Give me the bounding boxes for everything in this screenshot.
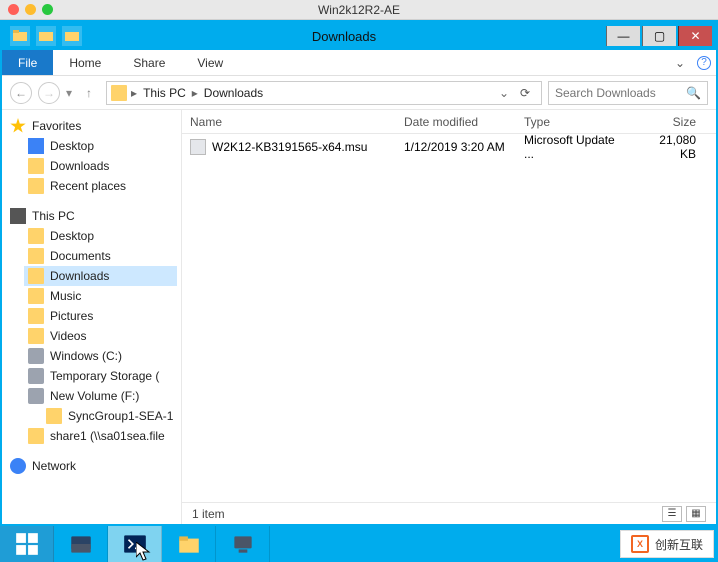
file-list[interactable]: W2K12-KB3191565-x64.msu 1/12/2019 3:20 A… [182, 134, 716, 502]
taskbar-app[interactable] [216, 526, 270, 562]
file-type: Microsoft Update ... [516, 133, 636, 161]
folder-icon [28, 308, 44, 324]
folder-icon [111, 85, 127, 101]
sidebar-item-videos[interactable]: Videos [24, 326, 177, 346]
item-count: 1 item [192, 507, 225, 521]
sidebar-item-downloads[interactable]: Downloads [24, 156, 177, 176]
sidebar-item-drive-f[interactable]: New Volume (F:) [24, 386, 177, 406]
folder-icon [46, 408, 62, 424]
folder-icon[interactable] [10, 26, 30, 46]
forward-button[interactable]: → [38, 82, 60, 104]
taskbar-powershell[interactable] [108, 526, 162, 562]
explorer-window: Downloads — ▢ ✕ File Home Share View ⌄ ?… [0, 20, 718, 526]
folder-icon [28, 228, 44, 244]
breadcrumb-downloads[interactable]: Downloads [202, 86, 265, 100]
taskbar-file-explorer[interactable] [162, 526, 216, 562]
sidebar-favorites[interactable]: Favorites [6, 116, 177, 136]
sidebar-item-drive-c[interactable]: Windows (C:) [24, 346, 177, 366]
help-button[interactable]: ? [692, 50, 716, 75]
window-title: Downloads [82, 29, 606, 44]
sidebar-item-music[interactable]: Music [24, 286, 177, 306]
column-date[interactable]: Date modified [396, 115, 516, 129]
ribbon-tab-view[interactable]: View [181, 50, 239, 75]
folder-icon [28, 328, 44, 344]
sidebar-network[interactable]: Network [6, 456, 177, 476]
details-view-button[interactable]: ☰ [662, 506, 682, 522]
sidebar-item-temp-storage[interactable]: Temporary Storage ( [24, 366, 177, 386]
watermark-logo-icon: X [631, 535, 649, 553]
pc-icon [10, 208, 26, 224]
sidebar-item-syncgroup[interactable]: SyncGroup1-SEA-1 [42, 406, 177, 426]
folder-icon [28, 248, 44, 264]
address-dropdown-icon[interactable]: ⌄ [499, 86, 509, 100]
content-pane: Name Date modified Type Size W2K12-KB319… [182, 110, 716, 524]
address-bar[interactable]: ▸ This PC ▸ Downloads ⌄ ⟳ [106, 81, 542, 105]
recent-locations-button[interactable]: ▾ [66, 86, 72, 100]
up-button[interactable]: ↑ [78, 82, 100, 104]
file-row[interactable]: W2K12-KB3191565-x64.msu 1/12/2019 3:20 A… [182, 134, 716, 160]
star-icon [10, 118, 26, 134]
minimize-button[interactable]: — [606, 26, 640, 46]
watermark-text: 创新互联 [655, 536, 703, 553]
file-date: 1/12/2019 3:20 AM [396, 140, 516, 154]
drive-icon [28, 368, 44, 384]
network-folder-icon [28, 428, 44, 444]
watermark: X 创新互联 [620, 530, 714, 558]
msu-file-icon [190, 139, 206, 155]
recent-icon [28, 178, 44, 194]
sidebar-item-desktop[interactable]: Desktop [24, 136, 177, 156]
sidebar-item-share1[interactable]: share1 (\\sa01sea.file [24, 426, 177, 446]
ribbon: File Home Share View ⌄ ? [2, 50, 716, 76]
search-icon: 🔍 [686, 86, 701, 100]
folder-icon [28, 288, 44, 304]
navigation-pane: Favorites Desktop Downloads Recent place… [2, 110, 182, 524]
search-input[interactable] [555, 86, 701, 100]
search-box[interactable]: 🔍 [548, 81, 708, 105]
icons-view-button[interactable]: ▦ [686, 506, 706, 522]
column-size[interactable]: Size [636, 115, 716, 129]
taskbar: ⚑ ▯ [0, 526, 718, 562]
network-icon [10, 458, 26, 474]
close-button[interactable]: ✕ [678, 26, 712, 46]
drive-icon [28, 348, 44, 364]
maximize-button[interactable]: ▢ [642, 26, 676, 46]
ribbon-expand-icon[interactable]: ⌄ [668, 50, 692, 75]
properties-icon[interactable] [36, 26, 56, 46]
sidebar-item-downloads2[interactable]: Downloads [24, 266, 177, 286]
new-folder-icon[interactable] [62, 26, 82, 46]
sidebar-item-recent[interactable]: Recent places [24, 176, 177, 196]
file-size: 21,080 KB [636, 133, 716, 161]
sidebar-item-pictures[interactable]: Pictures [24, 306, 177, 326]
status-bar: 1 item ☰ ▦ [182, 502, 716, 524]
breadcrumb-this-pc[interactable]: This PC [141, 86, 188, 100]
file-name: W2K12-KB3191565-x64.msu [212, 140, 367, 154]
vm-titlebar: Win2k12R2-AE [0, 0, 718, 20]
sidebar-item-documents[interactable]: Documents [24, 246, 177, 266]
drive-icon [28, 388, 44, 404]
sidebar-this-pc[interactable]: This PC [6, 206, 177, 226]
vm-title: Win2k12R2-AE [0, 3, 718, 17]
folder-icon [28, 158, 44, 174]
column-type[interactable]: Type [516, 115, 636, 129]
refresh-button[interactable]: ⟳ [513, 86, 537, 100]
chevron-right-icon[interactable]: ▸ [192, 86, 198, 100]
back-button[interactable]: ← [10, 82, 32, 104]
navigation-bar: ← → ▾ ↑ ▸ This PC ▸ Downloads ⌄ ⟳ 🔍 [2, 76, 716, 110]
column-name[interactable]: Name [182, 115, 396, 129]
desktop-icon [28, 138, 44, 154]
ribbon-tab-home[interactable]: Home [53, 50, 117, 75]
start-button[interactable] [0, 526, 54, 562]
taskbar-server-manager[interactable] [54, 526, 108, 562]
sidebar-item-desktop2[interactable]: Desktop [24, 226, 177, 246]
window-titlebar[interactable]: Downloads — ▢ ✕ [2, 22, 716, 50]
column-headers: Name Date modified Type Size [182, 110, 716, 134]
ribbon-file-tab[interactable]: File [2, 50, 53, 75]
chevron-right-icon[interactable]: ▸ [131, 86, 137, 100]
ribbon-tab-share[interactable]: Share [117, 50, 181, 75]
folder-icon [28, 268, 44, 284]
